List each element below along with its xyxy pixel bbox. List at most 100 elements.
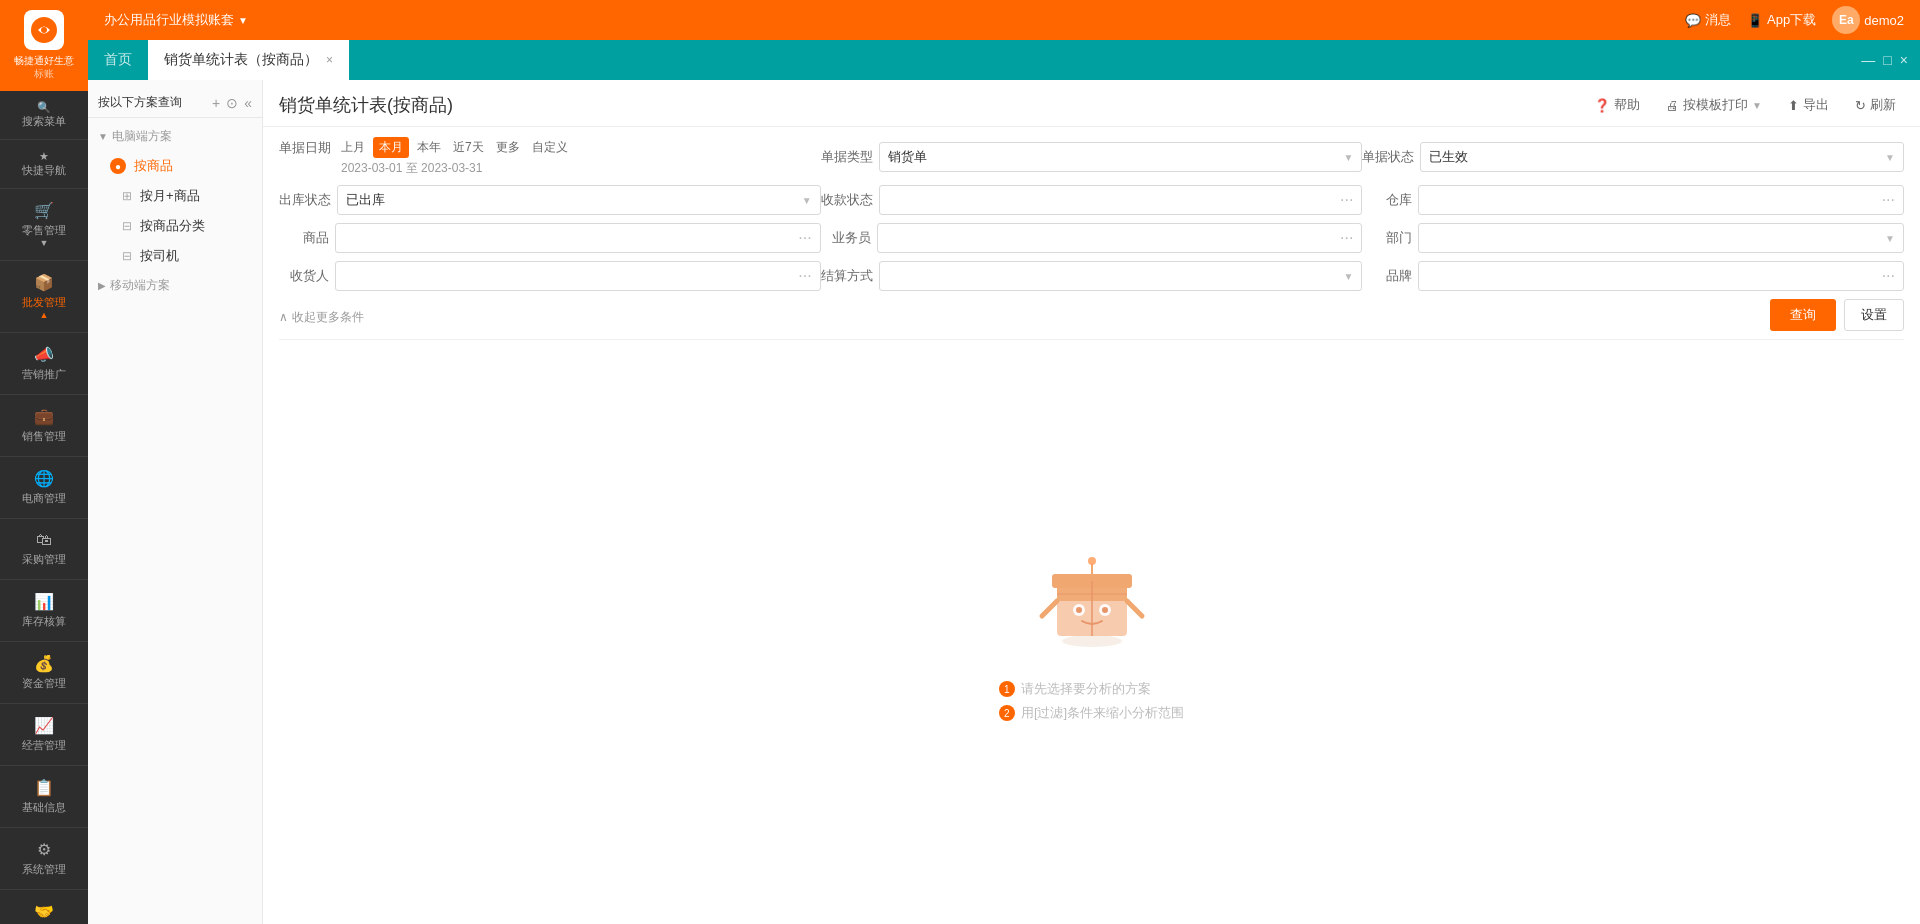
window-maximize-icon[interactable]: □ [1883,52,1891,68]
sidebar-item-collab[interactable]: 🤝 企业协同 [0,890,88,924]
search-icon: 🔍 [37,101,51,114]
filter-row-2: 出库状态 已出库 ▼ 收款状态 ··· 仓库 [263,177,1920,215]
tab-close-icon[interactable]: × [326,53,333,67]
retail-label: 零售管理 [22,223,66,238]
status-select[interactable]: 已生效 ▼ [1420,142,1904,172]
app-sub: 标账 [34,67,54,81]
header-right: 💬 消息 📱 App下载 Ea demo2 [1685,6,1904,34]
avatar: Ea [1832,6,1860,34]
payment-label: 结算方式 [821,267,879,285]
salesperson-dots-icon[interactable]: ··· [1340,229,1353,247]
tree-expand-mobile[interactable]: ▶ [98,280,106,291]
template-print-btn[interactable]: 🖨 按模板打印 ▼ [1658,92,1770,118]
receipt-select[interactable]: ··· [879,185,1363,215]
tree-item-driver-label: 按司机 [140,247,179,265]
tab-more[interactable]: — □ × [1849,52,1920,68]
filter-row-3: 商品 ··· 业务员 ··· 部门 [263,215,1920,253]
help-btn[interactable]: ❓ 帮助 [1586,92,1648,118]
receipt-dots-icon[interactable]: ··· [1340,191,1353,209]
product-select[interactable]: ··· [335,223,821,253]
sidebar-quick-nav[interactable]: ★ 快捷导航 [0,140,88,189]
filter-status-cell: 单据状态 已生效 ▼ [1362,137,1904,177]
sidebar-item-management[interactable]: 📈 经营管理 [0,704,88,766]
settings-scheme-icon[interactable]: ⊙ [226,95,238,111]
recipient-dots-icon[interactable]: ··· [798,267,811,285]
tree-item-by-product[interactable]: ● 按商品 [88,151,262,181]
message-action[interactable]: 💬 消息 [1685,11,1731,29]
tree-item-by-product-dot: ● [110,158,126,174]
out-status-label: 出库状态 [279,191,337,209]
sidebar-item-basics[interactable]: 📋 基础信息 [0,766,88,828]
star-icon: ★ [39,150,49,163]
tree-item-month-product[interactable]: ⊞ 按月+商品 [88,181,262,211]
left-panel-title: 按以下方案查询 [98,94,182,111]
warehouse-select[interactable]: ··· [1418,185,1904,215]
sidebar-item-sales[interactable]: 💼 销售管理 [0,395,88,457]
collapse-panel-icon[interactable]: « [244,95,252,111]
sidebar-item-purchase[interactable]: 🛍 采购管理 [0,519,88,580]
filter-recipient-cell: 收货人 ··· [279,261,821,291]
window-close-icon[interactable]: × [1900,52,1908,68]
outstatus-arrow-icon: ▼ [802,195,812,206]
tree-icon-month: ⊞ [122,189,132,203]
dept-select[interactable]: ▼ [1418,223,1904,253]
tree-expand-pc[interactable]: ▼ [98,131,108,142]
app-logo[interactable]: 畅捷通好生意 标账 [0,0,88,91]
empty-state: 1 请先选择要分析的方案 2 用[过滤]条件来缩小分析范围 [263,340,1920,924]
type-select[interactable]: 销货单 ▼ [879,142,1363,172]
export-label: 导出 [1803,96,1829,114]
tree-item-by-product-label: 按商品 [134,157,173,175]
sidebar-item-retail[interactable]: 🛒 零售管理 ▼ [0,189,88,261]
home-tab-label: 首页 [104,51,132,69]
tree-section-mobile: ▶ 移动端方案 [88,271,262,300]
recipient-label: 收货人 [279,267,335,285]
shortcut-this-month[interactable]: 本月 [373,137,409,158]
shortcut-7days[interactable]: 近7天 [449,137,488,158]
step2-text: 用[过滤]条件来缩小分析范围 [1021,704,1184,722]
tab-active[interactable]: 销货单统计表（按商品） × [148,40,349,80]
user-action[interactable]: Ea demo2 [1832,6,1904,34]
retail-arrow: ▼ [40,238,49,248]
payment-select[interactable]: ▼ [879,261,1363,291]
status-label: 单据状态 [1362,148,1420,166]
svg-line-15 [1127,601,1142,616]
svg-point-1 [41,27,47,33]
sidebar-item-ecommerce[interactable]: 🌐 电商管理 [0,457,88,519]
shortcut-custom[interactable]: 自定义 [528,137,572,158]
sidebar-item-marketing[interactable]: 📣 营销推广 [0,333,88,395]
window-minimize-icon[interactable]: — [1861,52,1875,68]
sidebar-item-wholesale[interactable]: 📦 批发管理 ▲ [0,261,88,333]
finance-icon: 💰 [34,654,54,673]
recipient-select[interactable]: ··· [335,261,821,291]
warehouse-dots-icon[interactable]: ··· [1882,191,1895,209]
industry-selector[interactable]: 办公用品行业模拟账套 ▼ [104,11,248,29]
management-label: 经营管理 [22,738,66,753]
filter-product-cell: 商品 ··· [279,223,821,253]
sidebar-search[interactable]: 🔍 搜索菜单 [0,91,88,140]
status-arrow-icon: ▼ [1885,152,1895,163]
add-scheme-icon[interactable]: + [212,95,220,111]
sales-icon: 💼 [34,407,54,426]
brand-dots-icon[interactable]: ··· [1882,267,1895,285]
tree-item-driver[interactable]: ⊟ 按司机 [88,241,262,271]
settings-button[interactable]: 设置 [1844,299,1904,331]
query-button[interactable]: 查询 [1770,299,1836,331]
shortcut-more[interactable]: 更多 [492,137,524,158]
tree-item-product-category[interactable]: ⊟ 按商品分类 [88,211,262,241]
collapse-btn[interactable]: ∧ 收起更多条件 [279,301,364,330]
salesperson-select[interactable]: ··· [877,223,1363,253]
shortcut-prev-month[interactable]: 上月 [337,137,369,158]
export-btn[interactable]: ⬆ 导出 [1780,92,1837,118]
sidebar-item-finance[interactable]: 💰 资金管理 [0,642,88,704]
out-status-select[interactable]: 已出库 ▼ [337,185,821,215]
product-dots-icon[interactable]: ··· [798,229,811,247]
page-title: 销货单统计表(按商品) [279,93,453,117]
tab-home[interactable]: 首页 [88,40,148,80]
search-label: 搜索菜单 [22,114,66,129]
sidebar-item-system[interactable]: ⚙ 系统管理 [0,828,88,890]
refresh-btn[interactable]: ↻ 刷新 [1847,92,1904,118]
brand-select[interactable]: ··· [1418,261,1904,291]
sidebar-item-inventory[interactable]: 📊 库存核算 [0,580,88,642]
shortcut-this-year[interactable]: 本年 [413,137,445,158]
app-download-action[interactable]: 📱 App下载 [1747,11,1816,29]
